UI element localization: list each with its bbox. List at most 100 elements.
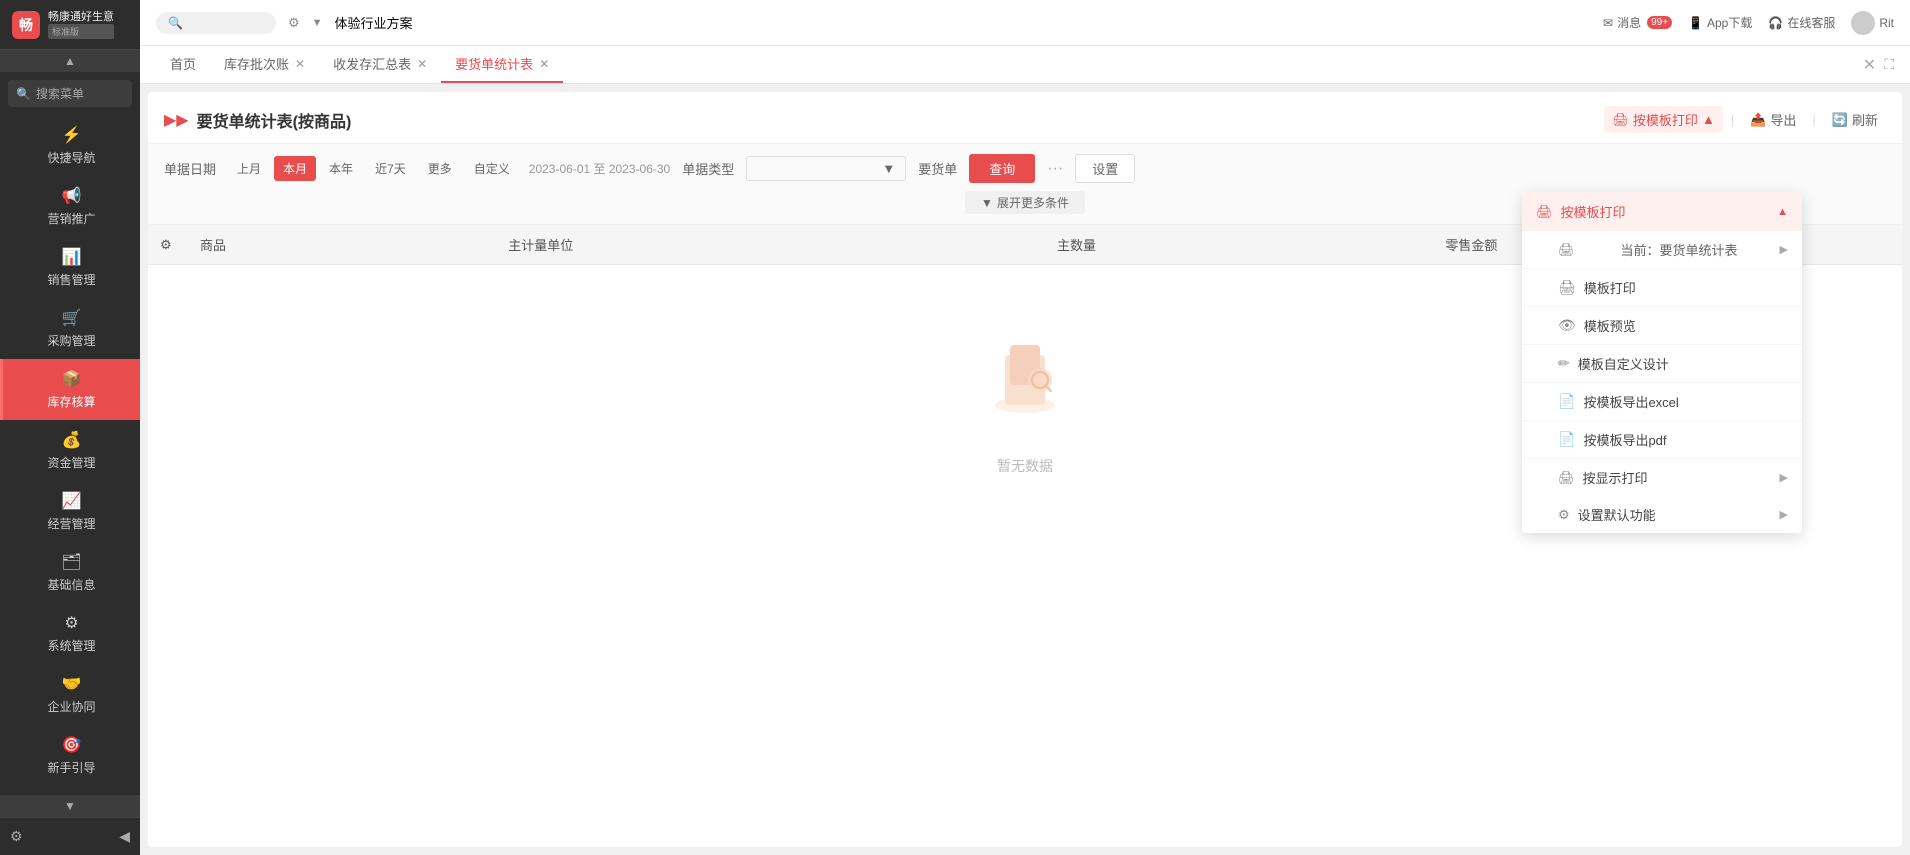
expand-down-icon: ▼	[981, 196, 993, 210]
th-settings: ⚙	[148, 225, 188, 265]
sidebar-item-operation[interactable]: 📈 经营管理	[0, 481, 140, 542]
tab-receipt-label: 收发存汇总表	[333, 54, 411, 73]
online-service-label: 在线客服	[1787, 14, 1835, 31]
user-avatar[interactable]: Rit	[1851, 11, 1894, 35]
scroll-up-btn[interactable]: ▲	[0, 50, 140, 72]
display-print-icon: 🖨	[1558, 470, 1575, 486]
template-preview-item[interactable]: 👁 模板预览	[1522, 307, 1802, 345]
date-btn-this-month[interactable]: 本月	[274, 156, 316, 181]
export-excel-item[interactable]: 📄 按模板导出excel	[1522, 383, 1802, 421]
service-icon: 🎧	[1768, 16, 1783, 30]
scroll-down-btn[interactable]: ▼	[0, 795, 140, 817]
settings-icon[interactable]: ⚙	[10, 828, 23, 845]
print-header-icon: 🖨	[1536, 204, 1553, 220]
export-label: 导出	[1770, 110, 1796, 129]
refresh-btn[interactable]: 🔄 刷新	[1824, 106, 1886, 133]
app-logo: 畅 畅康通好生意 标准版	[0, 0, 140, 50]
app-download-label: App下载	[1707, 14, 1752, 31]
print-header-left: 🖨 按模板打印	[1536, 202, 1626, 221]
online-service-btn[interactable]: 🎧 在线客服	[1768, 14, 1835, 31]
display-print-chevron: ▶	[1780, 471, 1788, 484]
close-tab-btn[interactable]: ✕	[1863, 55, 1876, 75]
sidebar-item-guide[interactable]: 🎯 新手引导	[0, 725, 140, 786]
search-menu-btn[interactable]: 🔍 搜索菜单	[8, 80, 132, 107]
print-template-btn[interactable]: 🖨 按模板打印 ▲	[1604, 106, 1722, 133]
operation-icon: 📈	[62, 491, 82, 511]
tab-order-stat-close[interactable]: ✕	[539, 57, 549, 71]
global-search[interactable]: 🔍	[156, 12, 276, 34]
main-content: 🔍 ⚙ ▼ 体验行业方案 ✉ 消息 99+ 📱 App下载 🎧 在线客服	[140, 0, 1910, 855]
print-dropdown-header[interactable]: 🖨 按模板打印 ▲	[1522, 192, 1802, 231]
expand-sidebar-btn[interactable]: ▶▶	[164, 110, 189, 130]
collapse-icon[interactable]: ◀	[119, 828, 130, 845]
app-download-btn[interactable]: 📱 App下载	[1688, 14, 1752, 31]
username-label: Rit	[1879, 16, 1894, 30]
export-excel-icon: 📄	[1558, 393, 1575, 410]
expand-tab-btn[interactable]: ⛶	[1884, 56, 1894, 73]
print-label: 按模板打印	[1633, 110, 1698, 129]
sidebar-item-sales[interactable]: 📊 销售管理	[0, 237, 140, 298]
divider2: |	[1812, 112, 1815, 127]
messages-badge: 99+	[1647, 16, 1672, 29]
sidebar: 畅 畅康通好生意 标准版 ▲ 🔍 搜索菜单 ⚡ 快捷导航 📢 营销推广 📊 销售…	[0, 0, 140, 855]
expand-more-btn[interactable]: ▼ 展开更多条件	[965, 191, 1085, 214]
sidebar-item-system[interactable]: ⚙ 系统管理	[0, 603, 140, 664]
settings-btn[interactable]: ⚙	[288, 15, 300, 31]
tab-receipt[interactable]: 收发存汇总表 ✕	[319, 46, 441, 83]
print-expand-icon[interactable]: ▲	[1702, 112, 1715, 127]
print-current-item[interactable]: 🖨 当前：要货单统计表 ▶	[1522, 231, 1802, 269]
sidebar-item-label: 销售管理	[47, 271, 95, 288]
more-options-btn[interactable]: ···	[1043, 156, 1067, 182]
date-range: 2023-06-01 至 2023-06-30	[529, 160, 670, 177]
template-design-item[interactable]: ✏ 模板自定义设计	[1522, 345, 1802, 383]
template-print-item[interactable]: 🖨 模板打印	[1522, 269, 1802, 307]
default-settings-icon: ⚙	[1558, 507, 1570, 523]
default-settings-group[interactable]: ⚙ 设置默认功能 ▶	[1522, 496, 1802, 533]
sidebar-item-appstore[interactable]: 📱 应用中心	[0, 786, 140, 795]
expand-btn[interactable]: ▼	[312, 17, 323, 29]
column-settings-icon[interactable]: ⚙	[160, 237, 172, 252]
sidebar-item-label: 基础信息	[47, 576, 95, 593]
empty-text: 暂无数据	[997, 456, 1053, 476]
sidebar-item-marketing[interactable]: 📢 营销推广	[0, 176, 140, 237]
sidebar-item-label: 资金管理	[47, 454, 95, 471]
query-btn[interactable]: 查询	[969, 154, 1035, 183]
date-btn-this-year[interactable]: 本年	[320, 156, 362, 181]
th-product: 商品	[188, 225, 496, 265]
tab-batch-close[interactable]: ✕	[295, 57, 305, 71]
date-btn-last-month[interactable]: 上月	[228, 156, 270, 181]
filter-settings-btn[interactable]: 设置	[1075, 154, 1135, 183]
expand-more-label: 展开更多条件	[997, 194, 1069, 211]
topbar-left: 🔍 ⚙ ▼ 体验行业方案	[156, 12, 413, 34]
sidebar-item-label: 库存核算	[47, 393, 95, 410]
tab-batch[interactable]: 库存批次账 ✕	[210, 46, 319, 83]
messages-btn[interactable]: ✉ 消息 99+	[1603, 14, 1672, 31]
sidebar-item-shortcut[interactable]: ⚡ 快捷导航	[0, 115, 140, 176]
export-btn[interactable]: 📤 导出	[1742, 106, 1804, 133]
app-tag: 标准版	[48, 24, 114, 39]
tab-receipt-close[interactable]: ✕	[417, 57, 427, 71]
sidebar-item-finance[interactable]: 💰 资金管理	[0, 420, 140, 481]
finance-icon: 💰	[62, 430, 82, 450]
guide-icon: 🎯	[62, 735, 82, 755]
export-icon: 📤	[1750, 112, 1766, 128]
shortcut-icon: ⚡	[62, 125, 82, 145]
date-btn-custom[interactable]: 自定义	[465, 156, 519, 181]
tab-order-stat[interactable]: 要货单统计表 ✕	[441, 46, 563, 83]
tab-home[interactable]: 首页	[156, 46, 210, 83]
sidebar-item-basic[interactable]: 🗂 基础信息	[0, 542, 140, 603]
type-dropdown[interactable]: ▼	[746, 156, 906, 181]
date-btn-7days[interactable]: 近7天	[366, 156, 415, 181]
sidebar-item-purchase[interactable]: 🛒 采购管理	[0, 298, 140, 359]
sidebar-item-collab[interactable]: 🤝 企业协同	[0, 664, 140, 725]
display-print-group[interactable]: 🖨 按显示打印 ▶	[1522, 459, 1802, 496]
sidebar-item-inventory[interactable]: 📦 库存核算	[0, 359, 140, 420]
trial-btn[interactable]: 体验行业方案	[335, 13, 413, 32]
settings-btn-label: 设置	[1092, 162, 1118, 177]
sidebar-item-label: 经营管理	[47, 515, 95, 532]
inventory-icon: 📦	[62, 369, 82, 389]
date-btn-more[interactable]: 更多	[419, 156, 461, 181]
refresh-icon: 🔄	[1832, 112, 1848, 128]
export-pdf-item[interactable]: 📄 按模板导出pdf	[1522, 421, 1802, 459]
template-print-label: 模板打印	[1584, 278, 1636, 297]
